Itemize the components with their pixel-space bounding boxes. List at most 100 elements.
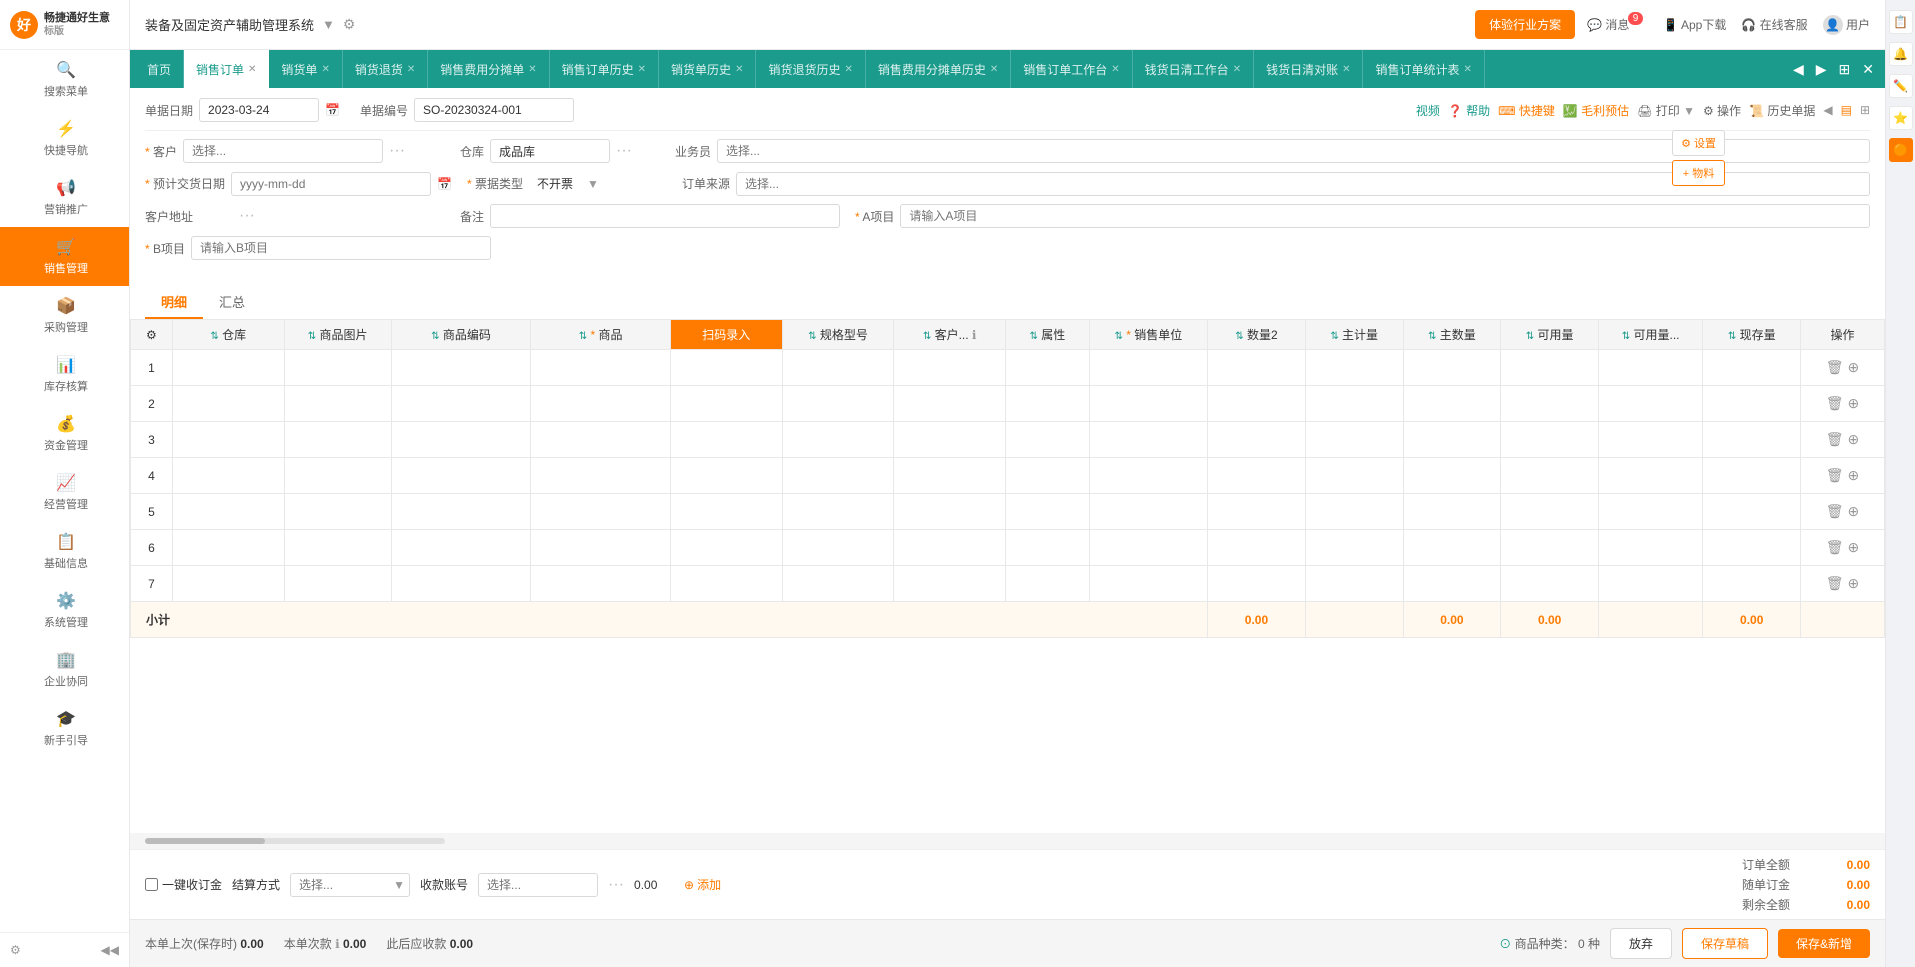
user-avatar[interactable]: 👤 用户 (1823, 15, 1870, 35)
sidebar-item-purchase[interactable]: 📦 采购管理 (0, 286, 129, 345)
sidebar-item-marketing[interactable]: 📢 营销推广 (0, 168, 129, 227)
th-avail2[interactable]: ⇅ 可用量... (1598, 320, 1702, 350)
row-spec-2[interactable] (782, 386, 894, 422)
row-warehouse-1[interactable] (172, 350, 284, 386)
th-product[interactable]: ⇅ * 商品 (531, 320, 671, 350)
sidebar-item-search[interactable]: 🔍 搜索菜单 (0, 50, 129, 109)
one-click-checkbox[interactable]: 一键收订金 (145, 876, 222, 893)
tab-sales-expense-history[interactable]: 销售费用分摊单历史 ✕ (866, 50, 1011, 88)
delivery-date-input[interactable] (231, 172, 431, 196)
right-icon-2[interactable]: 🔔 (1889, 42, 1913, 66)
settings-btn[interactable]: ⚙ 设置 (1672, 130, 1725, 156)
solution-btn[interactable]: 体验行业方案 (1475, 10, 1575, 39)
one-click-checkbox-input[interactable] (145, 878, 158, 891)
sidebar-item-operations[interactable]: 📈 经营管理 (0, 463, 129, 522)
th-qty2[interactable]: ⇅ 数量2 (1208, 320, 1306, 350)
tab-close-order-workbench[interactable]: ✕ (1111, 64, 1119, 75)
tab-sales-refund[interactable]: 销货退货 ✕ (343, 50, 428, 88)
sort-unit[interactable]: ⇅ (1115, 331, 1123, 342)
sidebar-item-system[interactable]: ⚙️ 系统管理 (0, 581, 129, 640)
sidebar-item-enterprise[interactable]: 🏢 企业协同 (0, 640, 129, 699)
sort-attr[interactable]: ⇅ (1030, 331, 1038, 342)
sort-main-qty[interactable]: ⇅ (1428, 331, 1436, 342)
project-a-input[interactable] (900, 204, 1870, 228)
delete-icon-6[interactable]: 🗑 (1826, 539, 1844, 556)
delete-icon-2[interactable]: 🗑 (1826, 395, 1844, 412)
row-product-2[interactable] (531, 386, 671, 422)
right-icon-5[interactable]: 🟠 (1889, 138, 1913, 162)
sort-avail2[interactable]: ⇅ (1622, 331, 1630, 342)
tab-nav-expand[interactable]: ⊞ (1833, 61, 1857, 78)
customer-dots[interactable]: ··· (389, 142, 405, 160)
row-qty2-1[interactable] (1208, 350, 1306, 386)
sidebar-item-quick-nav[interactable]: ⚡ 快捷导航 (0, 109, 129, 168)
discard-btn[interactable]: 放弃 (1610, 928, 1672, 959)
sidebar-item-inventory[interactable]: 📊 库存核算 (0, 345, 129, 404)
tab-nav-left[interactable]: ◀ (1787, 61, 1810, 78)
scroll-track[interactable] (145, 838, 445, 844)
delivery-calendar-icon[interactable]: 📅 (437, 177, 452, 191)
tab-sales-refund-history[interactable]: 销货退货历史 ✕ (756, 50, 865, 88)
row-warehouse-2[interactable] (172, 386, 284, 422)
row-unit-2[interactable] (1089, 386, 1207, 422)
sort-code[interactable]: ⇅ (431, 331, 439, 342)
app-download-btn[interactable]: 📱 App下载 (1663, 16, 1726, 33)
order-no-input[interactable] (414, 98, 574, 122)
row-spec-1[interactable] (782, 350, 894, 386)
project-b-input[interactable] (191, 236, 491, 260)
sort-product[interactable]: ⇅ (579, 331, 587, 342)
copy-icon-1[interactable]: ⊕ (1848, 359, 1860, 376)
right-icon-1[interactable]: 📋 (1889, 10, 1913, 34)
row-main-qty-1[interactable] (1403, 350, 1501, 386)
th-setting[interactable]: ⚙ (131, 320, 173, 350)
warehouse-dots[interactable]: ··· (616, 142, 632, 160)
print-btn[interactable]: 🖨 打印 ▼ (1637, 102, 1695, 119)
warehouse-input[interactable] (490, 139, 610, 163)
customer-input[interactable] (183, 139, 383, 163)
row-customer-code-2[interactable] (894, 386, 1006, 422)
row-main-qty-2[interactable] (1403, 386, 1501, 422)
tab-sales-order-workbench[interactable]: 销售订单工作台 ✕ (1011, 50, 1132, 88)
material-btn[interactable]: + 物料 (1672, 160, 1725, 186)
sort-qty2[interactable]: ⇅ (1235, 331, 1243, 342)
calendar-icon[interactable]: 📅 (325, 103, 340, 117)
save-draft-btn[interactable]: 保存草稿 (1682, 928, 1768, 959)
copy-icon-5[interactable]: ⊕ (1848, 503, 1860, 520)
view-toggle-list[interactable]: ◀ (1823, 103, 1832, 117)
th-image[interactable]: ⇅ 商品图片 (284, 320, 391, 350)
th-warehouse[interactable]: ⇅ 仓库 (172, 320, 284, 350)
th-scan[interactable]: 扫码录入 (670, 320, 782, 350)
right-icon-3[interactable]: ✏️ (1889, 74, 1913, 98)
settings-icon[interactable]: ⚙ (343, 16, 356, 33)
row-warehouse-3[interactable] (172, 422, 284, 458)
invoice-type-dropdown[interactable]: ▼ (587, 177, 599, 191)
th-spec[interactable]: ⇅ 规格型号 (782, 320, 894, 350)
sort-avail[interactable]: ⇅ (1526, 331, 1534, 342)
view-toggle-grid[interactable]: ▤ (1841, 103, 1852, 117)
history-btn[interactable]: 📜 历史单据 (1749, 102, 1815, 119)
online-service-btn[interactable]: 🎧 在线客服 (1741, 16, 1807, 33)
th-code[interactable]: ⇅ 商品编码 (391, 320, 531, 350)
delete-icon-5[interactable]: 🗑 (1826, 503, 1844, 520)
account-input[interactable] (478, 873, 598, 897)
tab-close-expense-split[interactable]: ✕ (528, 64, 536, 75)
sort-image[interactable]: ⇅ (308, 331, 316, 342)
payment-method-input[interactable] (290, 873, 410, 897)
sidebar-item-finance[interactable]: 💰 资金管理 (0, 404, 129, 463)
th-main-qty[interactable]: ⇅ 主数量 (1403, 320, 1501, 350)
account-dots[interactable]: ··· (608, 876, 624, 894)
shortcut-btn[interactable]: ⌨ 快捷键 (1498, 102, 1555, 119)
tab-cash-daily-account[interactable]: 钱货日清对账 ✕ (1254, 50, 1363, 88)
tab-close-expense-history[interactable]: ✕ (990, 64, 998, 75)
view-btn[interactable]: 视频 (1416, 102, 1440, 119)
row-product-1[interactable] (531, 350, 671, 386)
sort-stock[interactable]: ⇅ (1728, 331, 1736, 342)
row-customer-code-1[interactable] (894, 350, 1006, 386)
tab-sales-order[interactable]: 销售订单 ✕ (184, 50, 269, 88)
th-customer-code[interactable]: ⇅ 客户... ℹ (894, 320, 1006, 350)
add-payment-btn[interactable]: ⊕ 添加 (684, 876, 721, 893)
copy-icon-6[interactable]: ⊕ (1848, 539, 1860, 556)
tab-close-refund-history[interactable]: ✕ (844, 64, 852, 75)
help-btn[interactable]: ❓ 帮助 (1448, 102, 1490, 119)
profit-btn[interactable]: 💹 毛利预估 (1563, 102, 1629, 119)
